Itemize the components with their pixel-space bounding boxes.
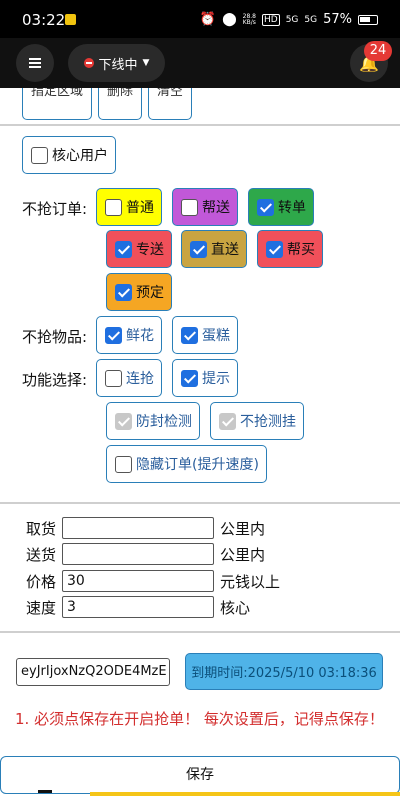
order-option-transfer[interactable]: 转单 xyxy=(248,188,314,226)
delivery-distance-input[interactable] xyxy=(62,543,214,565)
status-icons: ⏰ ⬤ 28.8 KB/s HD 5G 5G 57% xyxy=(200,12,378,27)
license-code-input[interactable]: eyJrIjoxNzQ2ODE4MzE xyxy=(16,658,170,686)
goods-option-cake[interactable]: 蛋糕 xyxy=(172,316,238,354)
divider xyxy=(0,502,400,504)
order-option-express[interactable]: 专送 xyxy=(106,230,172,268)
offline-icon xyxy=(83,58,94,68)
status-bar: 03:22 ⏰ ⬤ 28.8 KB/s HD 5G 5G 57% xyxy=(0,0,400,38)
feature-option-hide-orders[interactable]: 隐藏订单(提升速度) xyxy=(106,445,267,483)
bottom-nav-icon xyxy=(38,790,52,796)
delivery-label: 送货 xyxy=(26,546,57,564)
speed-label: 速度 xyxy=(26,599,57,617)
notification-badge: 24 xyxy=(364,41,392,61)
checkbox-unchecked-icon xyxy=(115,455,132,473)
order-option-direct[interactable]: 直送 xyxy=(181,230,247,268)
checkbox-checked-icon xyxy=(105,326,122,344)
feature-option-hint[interactable]: 提示 xyxy=(172,359,238,397)
net-speed: 28.8 KB/s xyxy=(242,12,256,26)
battery-percent: 57% xyxy=(323,12,352,27)
notification-app-icon xyxy=(65,14,76,25)
delete-button[interactable]: 删除 xyxy=(98,88,143,120)
checkbox-checked-icon xyxy=(181,369,198,387)
hd-icon: HD xyxy=(261,13,280,26)
clear-button[interactable]: 清空 xyxy=(148,88,193,120)
checkbox-checked-icon xyxy=(181,326,198,344)
location-icon: ⬤ xyxy=(222,12,237,27)
checkbox-checked-icon xyxy=(266,240,283,258)
checkbox-unchecked-icon xyxy=(105,198,122,216)
expire-time-button[interactable]: 到期时间:2025/5/10 03:18:36 xyxy=(185,653,383,690)
specify-area-button[interactable]: 指定区域 xyxy=(22,88,93,120)
alarm-icon: ⏰ xyxy=(199,12,217,27)
speed-input[interactable]: 3 xyxy=(62,596,214,618)
checkbox-disabled-icon xyxy=(115,412,132,430)
status-label: 下线中 xyxy=(98,57,138,73)
divider xyxy=(0,124,400,126)
hamburger-icon xyxy=(29,62,41,64)
price-unit: 元钱以上 xyxy=(220,573,281,591)
battery-icon xyxy=(358,14,378,25)
pickup-unit: 公里内 xyxy=(220,520,266,538)
price-input[interactable]: 30 xyxy=(62,570,214,592)
feature-option-continuous[interactable]: 连抢 xyxy=(96,359,162,397)
signal-icon-1: 5G xyxy=(285,14,299,25)
save-warning: 1. 必须点保存在开启抢单！ 每次设置后，记得点保存！ xyxy=(15,710,384,728)
checkbox-unchecked-icon xyxy=(31,146,48,164)
checkbox-disabled-icon xyxy=(219,412,236,430)
checkbox-checked-icon xyxy=(190,240,207,258)
area-buttons: 指定区域 删除 清空 xyxy=(22,88,193,120)
divider xyxy=(0,631,400,633)
order-option-buy[interactable]: 帮买 xyxy=(257,230,323,268)
menu-button[interactable] xyxy=(16,44,54,82)
core-user-checkbox[interactable]: 核心用户 xyxy=(22,136,116,174)
caret-down-icon: ▼ xyxy=(142,58,150,68)
order-filter-label: 不抢订单: xyxy=(22,200,88,218)
goods-filter-label: 不抢物品: xyxy=(22,328,88,346)
pickup-label: 取货 xyxy=(26,520,57,538)
pickup-distance-input[interactable] xyxy=(62,517,214,539)
price-label: 价格 xyxy=(26,573,57,591)
online-status-dropdown[interactable]: 下线中 ▼ xyxy=(68,44,165,82)
checkbox-checked-icon xyxy=(257,198,274,216)
feature-option-no-test: 不抢测挂 xyxy=(210,402,304,440)
order-option-reserve[interactable]: 预定 xyxy=(106,273,172,311)
order-option-bangsong[interactable]: 帮送 xyxy=(172,188,238,226)
checkbox-unchecked-icon xyxy=(105,369,122,387)
settings-content: 指定区域 删除 清空 核心用户 不抢订单: 普通 帮送 转单 专送 直送 帮买 … xyxy=(0,88,400,796)
speed-unit: 核心 xyxy=(220,599,251,617)
save-button[interactable]: 保存 xyxy=(0,756,400,794)
delivery-unit: 公里内 xyxy=(220,546,266,564)
signal-icon-2: 5G xyxy=(304,14,318,25)
checkbox-checked-icon xyxy=(115,283,132,301)
bottom-strip xyxy=(90,792,400,796)
order-option-normal[interactable]: 普通 xyxy=(96,188,162,226)
app-bar: 下线中 ▼ 🔔 xyxy=(0,38,400,88)
checkbox-checked-icon xyxy=(115,240,132,258)
features-label: 功能选择: xyxy=(22,371,88,389)
checkbox-unchecked-icon xyxy=(181,198,198,216)
feature-option-anti-ban: 防封检测 xyxy=(106,402,200,440)
clock: 03:22 xyxy=(22,11,66,29)
goods-option-flowers[interactable]: 鲜花 xyxy=(96,316,162,354)
